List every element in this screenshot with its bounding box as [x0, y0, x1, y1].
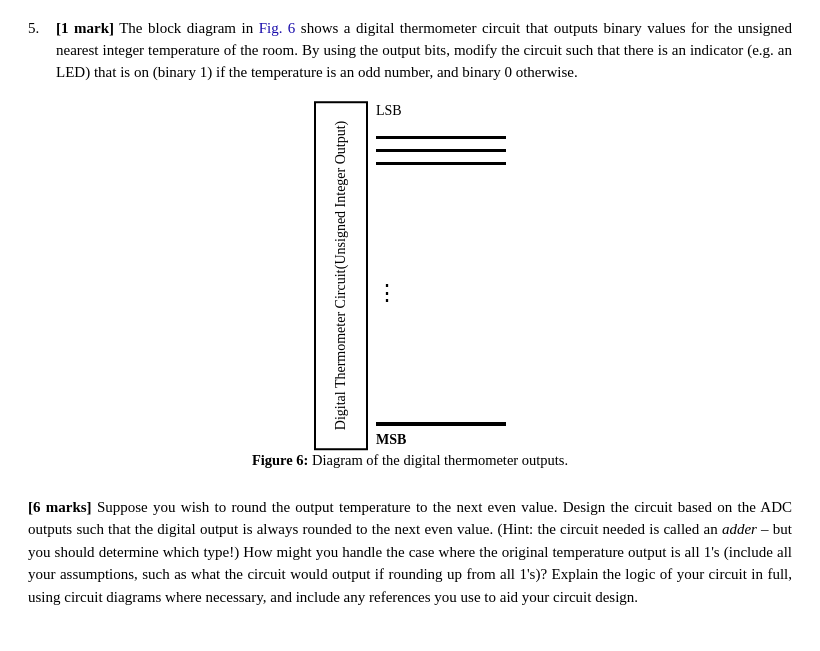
diagram-box: Digital Thermometer Circuit (Unsigned In… — [314, 101, 506, 450]
output-bar-2 — [376, 149, 506, 152]
dots-area: ⋮ — [368, 165, 506, 423]
output-bar-msb — [376, 422, 506, 426]
line-1 — [368, 136, 506, 139]
question-5: 5. [1 mark] The block diagram in Fig. 6 … — [28, 18, 792, 83]
figure-caption: Figure 6: Diagram of the digital thermom… — [252, 450, 568, 471]
question-part2: [6 marks] Suppose you wish to round the … — [28, 496, 792, 609]
figure-caption-bold: Figure 6: — [252, 452, 309, 468]
output-bar-1 — [376, 136, 506, 139]
adder-italic: adder — [722, 521, 757, 537]
dots: ⋮ — [376, 277, 400, 309]
mark-label: [1 mark] — [56, 20, 114, 36]
part1-text-before-link: The block diagram in — [114, 20, 259, 36]
diagram-wrapper: Digital Thermometer Circuit (Unsigned In… — [28, 101, 792, 485]
part2-text-before-italic: Suppose you wish to round the output tem… — [28, 499, 792, 538]
line-2 — [368, 149, 506, 152]
question-number: 5. — [28, 18, 56, 83]
lsb-label: LSB — [376, 101, 506, 121]
circuit-label: Digital Thermometer Circuit (Unsigned In… — [314, 101, 368, 450]
output-lines-container: LSB ⋮ MSB — [368, 101, 506, 450]
msb-section: MSB — [368, 422, 506, 450]
circuit-label-line1: Digital Thermometer Circuit — [332, 270, 350, 431]
line-msb — [368, 422, 506, 426]
question-text-part1: [1 mark] The block diagram in Fig. 6 sho… — [56, 18, 792, 83]
marks6-label: [6 marks] — [28, 499, 92, 515]
figure-caption-text: Diagram of the digital thermometer outpu… — [308, 452, 568, 468]
fig6-link[interactable]: Fig. 6 — [259, 20, 296, 36]
top-lines: LSB — [368, 101, 506, 164]
msb-label: MSB — [376, 430, 506, 450]
circuit-label-line2: (Unsigned Integer Output) — [332, 121, 350, 270]
